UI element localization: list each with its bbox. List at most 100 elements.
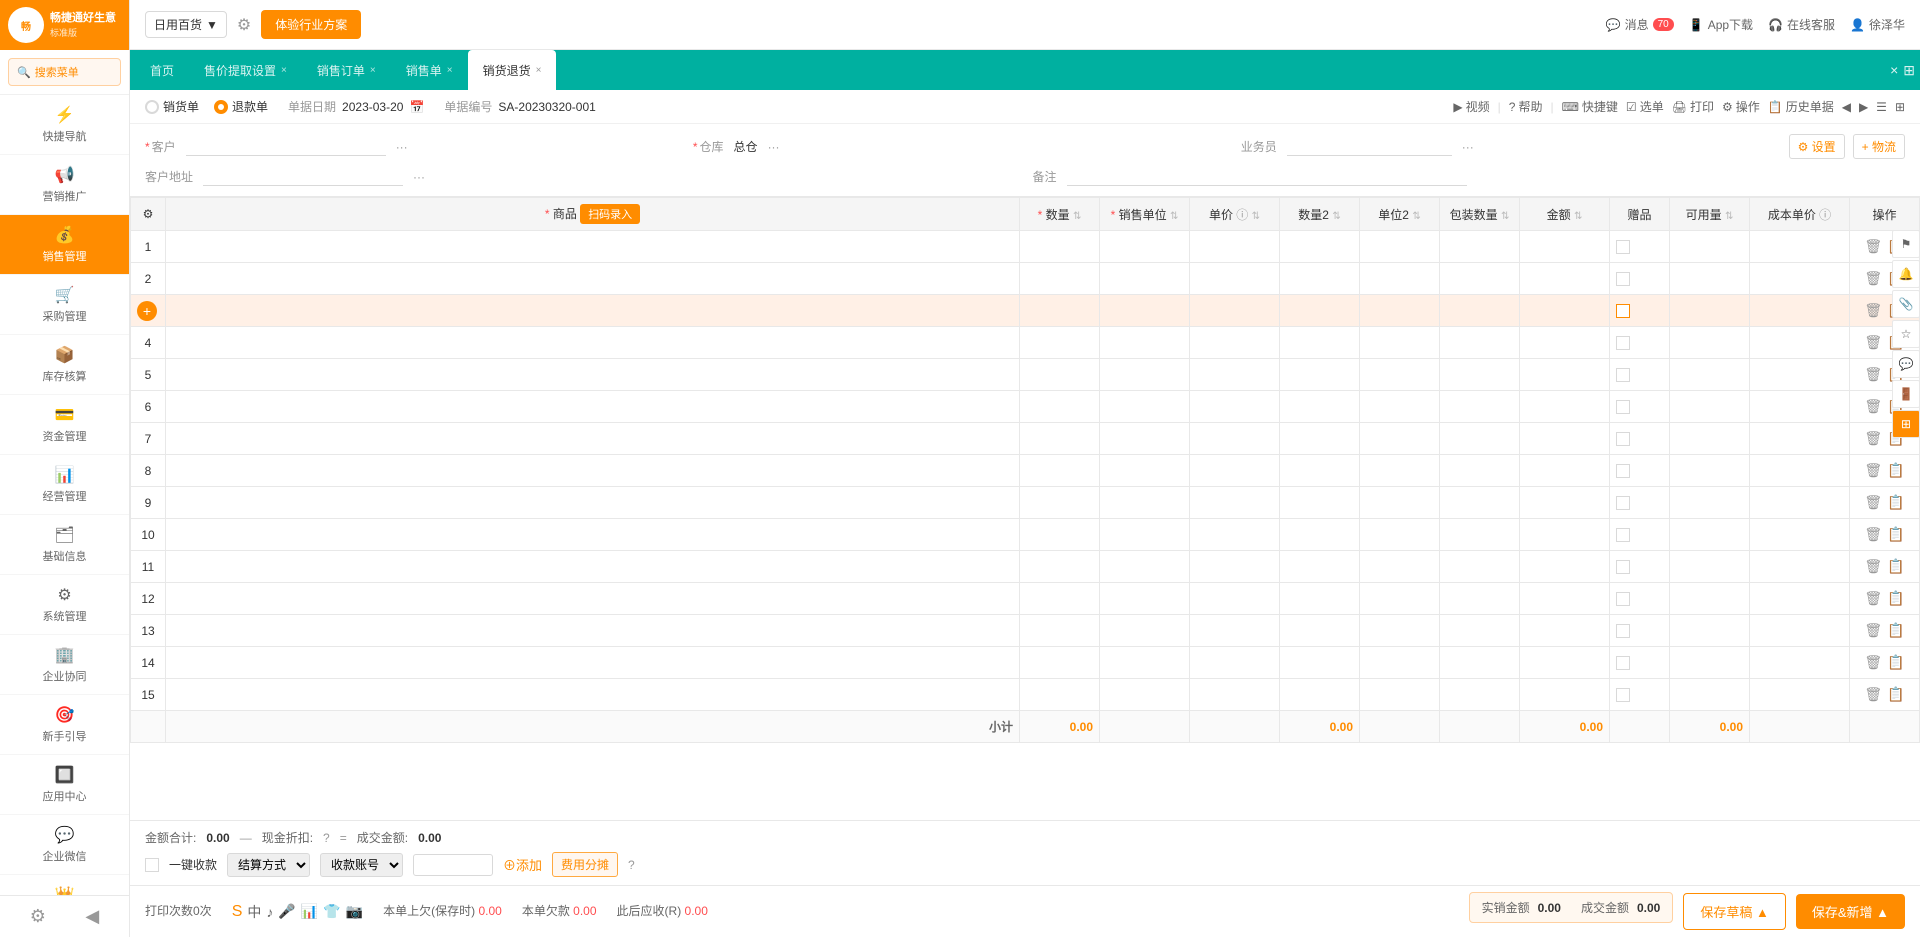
- product-cell-1[interactable]: [166, 231, 1020, 263]
- delete-icon-1[interactable]: 🗑: [1864, 238, 1882, 255]
- save-draft-button[interactable]: 保存草稿 ▲: [1683, 893, 1786, 930]
- category-select[interactable]: 日用百货 ▼: [145, 11, 227, 38]
- delete-icon-12[interactable]: 🗑: [1864, 590, 1882, 607]
- side-icon-clip[interactable]: 📎: [1892, 290, 1920, 318]
- qty2-cell-1[interactable]: [1280, 231, 1360, 263]
- th-settings[interactable]: ⚙: [131, 198, 166, 231]
- payment-method-select[interactable]: 结算方式: [227, 853, 310, 877]
- delete-icon-6[interactable]: 🗑: [1864, 398, 1882, 415]
- cost-info-icon[interactable]: ⓘ: [1819, 208, 1831, 222]
- payment-account-select[interactable]: 收款账号: [320, 853, 403, 877]
- price-info-icon[interactable]: ⓘ: [1236, 208, 1248, 222]
- sidebar-item-system[interactable]: ⚙ 系统管理: [0, 575, 129, 635]
- calendar-icon[interactable]: 📅: [409, 100, 424, 114]
- nav-prev-icon[interactable]: ◀: [1842, 100, 1851, 114]
- tab-sale-return-close[interactable]: ×: [536, 65, 542, 76]
- list-view-icon[interactable]: ☰: [1876, 100, 1887, 114]
- more-tabs-btn[interactable]: ⊞: [1903, 62, 1915, 79]
- address-input[interactable]: [203, 167, 403, 186]
- available-cell-3[interactable]: [1670, 295, 1750, 327]
- qty2-sort-icon[interactable]: ⇅: [1332, 211, 1340, 222]
- amount-cell-2[interactable]: [1520, 263, 1610, 295]
- tab-sale-return[interactable]: 销货退货 ×: [468, 50, 557, 90]
- product-cell-4[interactable]: [166, 327, 1020, 359]
- experience-btn[interactable]: 体验行业方案: [261, 10, 361, 39]
- delete-icon-2[interactable]: 🗑: [1864, 270, 1882, 287]
- remark-input[interactable]: [1067, 167, 1467, 186]
- cost-cell-3[interactable]: [1750, 295, 1850, 327]
- payment-amount-input[interactable]: [413, 854, 493, 876]
- copy-icon-15[interactable]: 📋: [1887, 686, 1904, 703]
- price-cell-3[interactable]: [1190, 295, 1280, 327]
- product-cell-13[interactable]: [166, 615, 1020, 647]
- copy-icon-11[interactable]: 📋: [1887, 558, 1904, 575]
- doc-print-btn[interactable]: 🖨 打印: [1672, 98, 1714, 115]
- amount-sort-icon[interactable]: ⇅: [1574, 211, 1582, 222]
- unit2-cell-2[interactable]: [1360, 263, 1440, 295]
- sidebar-item-wechat[interactable]: 💬 企业微信: [0, 815, 129, 875]
- delete-icon-11[interactable]: 🗑: [1864, 558, 1882, 575]
- sidebar-item-basic[interactable]: 🗂 基础信息: [0, 515, 129, 575]
- product-cell-7[interactable]: [166, 423, 1020, 455]
- available-cell-1[interactable]: [1670, 231, 1750, 263]
- tab-sale-order[interactable]: 销售订单 ×: [302, 50, 391, 90]
- address-dots[interactable]: ···: [413, 170, 425, 184]
- gift-cell-2[interactable]: [1610, 263, 1670, 295]
- pkg-cell-2[interactable]: [1440, 263, 1520, 295]
- product-cell-10[interactable]: [166, 519, 1020, 551]
- settings-icon-top[interactable]: ⚙: [237, 15, 251, 35]
- pkg-cell-3[interactable]: [1440, 295, 1520, 327]
- tab-sale-price-close[interactable]: ×: [281, 65, 287, 76]
- sidebar-item-purchase[interactable]: 🛒 采购管理: [0, 275, 129, 335]
- unit2-sort-icon[interactable]: ⇅: [1412, 211, 1420, 222]
- delete-icon-15[interactable]: 🗑: [1864, 686, 1882, 703]
- fee-help-icon[interactable]: ?: [628, 858, 635, 872]
- side-icon-room[interactable]: 🚪: [1892, 380, 1920, 408]
- side-icon-active[interactable]: ⊞: [1892, 410, 1920, 438]
- user-avatar[interactable]: 👤 徐泽华: [1850, 16, 1905, 33]
- tab-sale-price[interactable]: 售价提取设置 ×: [189, 50, 302, 90]
- tab-sale-delivery-close[interactable]: ×: [447, 65, 453, 76]
- pkg-sort-icon[interactable]: ⇅: [1501, 211, 1509, 222]
- copy-icon-12[interactable]: 📋: [1887, 590, 1904, 607]
- product-cell-12[interactable]: [166, 583, 1020, 615]
- sidebar-item-finance[interactable]: 💳 资金管理: [0, 395, 129, 455]
- product-cell-9[interactable]: [166, 487, 1020, 519]
- message-btn[interactable]: 💬 消息 70: [1606, 16, 1674, 33]
- price-cell-2[interactable]: [1190, 263, 1280, 295]
- delete-icon-8[interactable]: 🗑: [1864, 462, 1882, 479]
- search-menu-button[interactable]: 🔍 搜索菜单: [8, 58, 121, 86]
- gift-cell-3[interactable]: [1610, 295, 1670, 327]
- tab-sale-delivery[interactable]: 销售单 ×: [391, 50, 468, 90]
- delete-icon-5[interactable]: 🗑: [1864, 366, 1882, 383]
- set-button[interactable]: ⚙ 设置: [1789, 134, 1845, 159]
- discount-help-icon[interactable]: ?: [323, 831, 330, 845]
- add-logistics-button[interactable]: + 物流: [1853, 134, 1905, 159]
- product-cell-14[interactable]: [166, 647, 1020, 679]
- delete-icon-4[interactable]: 🗑: [1864, 334, 1882, 351]
- qty-sort-icon[interactable]: ⇅: [1073, 211, 1081, 222]
- price-sort-icon[interactable]: ⇅: [1252, 211, 1260, 222]
- copy-icon-8[interactable]: 📋: [1887, 462, 1904, 479]
- unit-sort-icon[interactable]: ⇅: [1170, 211, 1178, 222]
- pkg-cell-1[interactable]: [1440, 231, 1520, 263]
- doc-shortcut-btn[interactable]: ⌨ 快捷键: [1562, 98, 1618, 115]
- unit-cell-3[interactable]: [1100, 295, 1190, 327]
- copy-icon-10[interactable]: 📋: [1887, 526, 1904, 543]
- scan-btn[interactable]: 扫码录入: [580, 204, 640, 224]
- side-icon-flag[interactable]: ⚑: [1892, 230, 1920, 258]
- sidebar-item-member[interactable]: 👑 畅会员: [0, 875, 129, 895]
- close-all-tabs-btn[interactable]: ×: [1890, 62, 1898, 79]
- doc-select-btn[interactable]: ☑ 选单: [1626, 98, 1664, 115]
- gift-cell-1[interactable]: [1610, 231, 1670, 263]
- sidebar-item-shortcut[interactable]: ⚡ 快捷导航: [0, 95, 129, 155]
- unit2-cell-3[interactable]: [1360, 295, 1440, 327]
- sidebar-item-inventory[interactable]: 📦 库存核算: [0, 335, 129, 395]
- side-icon-bell[interactable]: 🔔: [1892, 260, 1920, 288]
- qty-cell-2[interactable]: [1020, 263, 1100, 295]
- settings-bottom-icon[interactable]: ⚙: [30, 906, 46, 927]
- delete-icon-3[interactable]: 🗑: [1864, 302, 1882, 319]
- product-cell-2[interactable]: [166, 263, 1020, 295]
- radio-delivery[interactable]: 销货单: [145, 98, 199, 115]
- add-row-btn[interactable]: +: [137, 301, 157, 321]
